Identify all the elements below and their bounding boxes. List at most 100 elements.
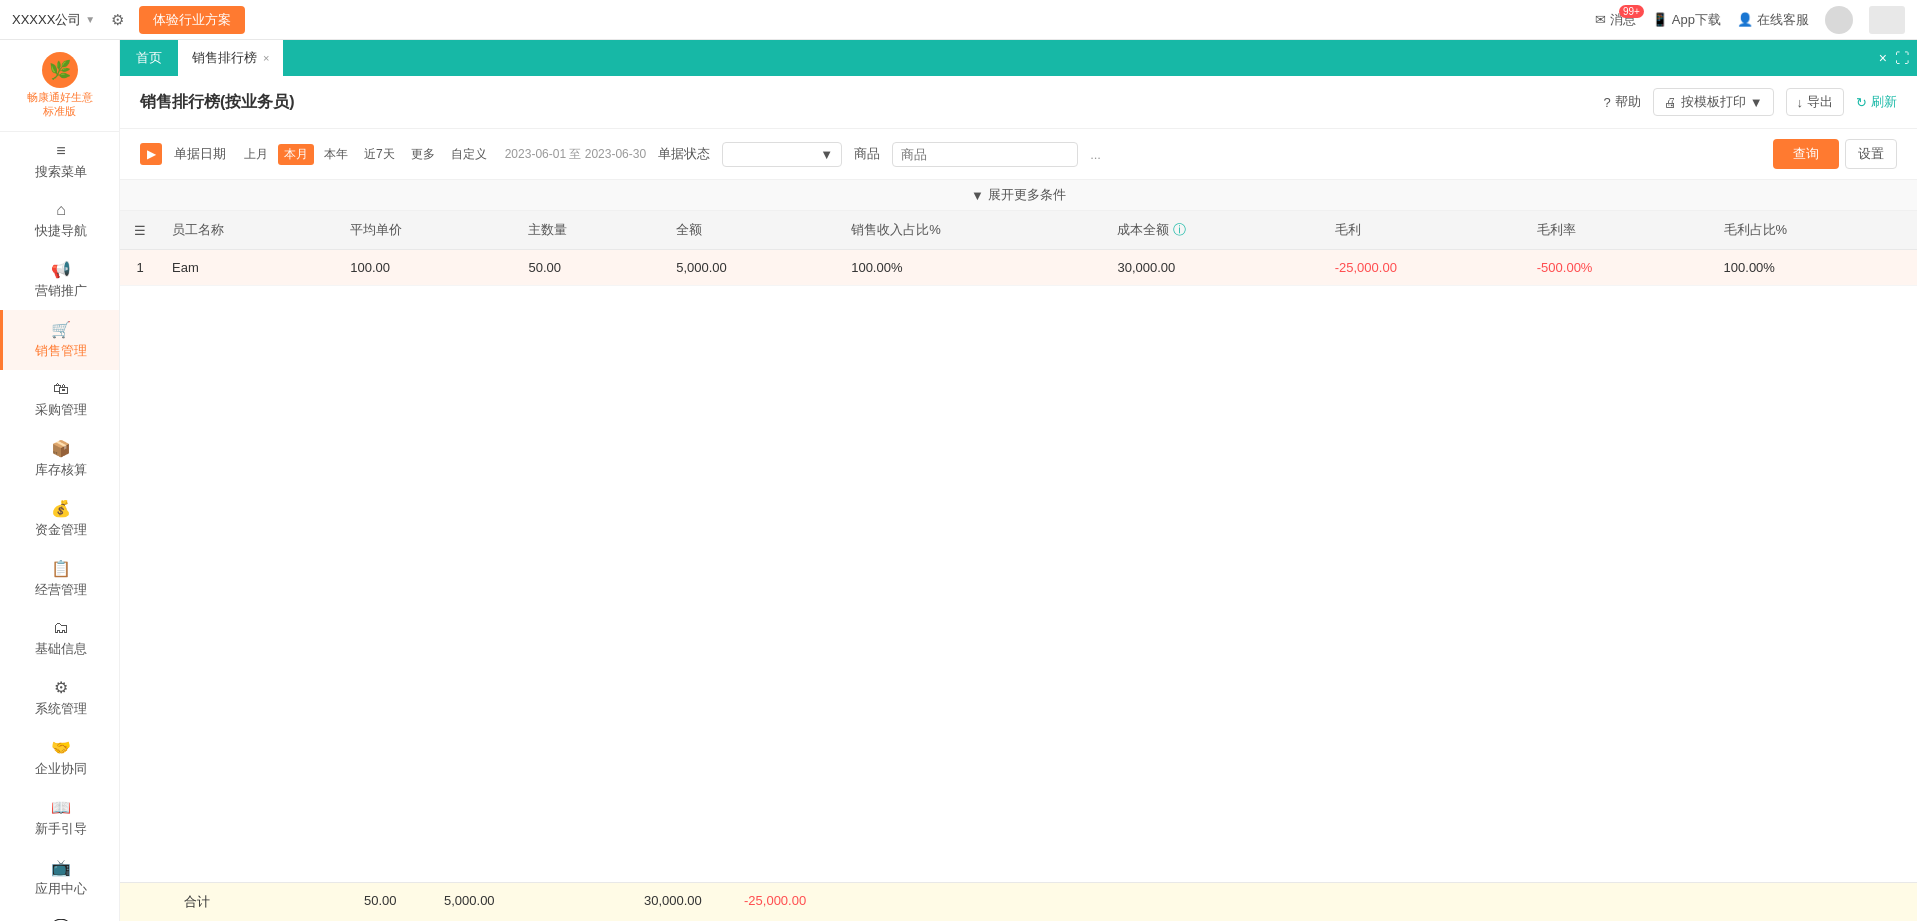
date-range-group: 上月 本月 本年 近7天 更多 自定义 <box>238 144 493 165</box>
cost-info-icon[interactable]: ⓘ <box>1173 222 1186 237</box>
company-name: XXXXX公司 <box>12 11 81 29</box>
sidebar-item-sys-mgmt[interactable]: ⚙ 系统管理 <box>0 668 119 728</box>
sidebar-item-label: 应用中心 <box>35 880 87 898</box>
export-button[interactable]: ↓ 导出 <box>1786 88 1845 116</box>
footer-total: 5,000.00 <box>432 893 532 911</box>
avatar[interactable] <box>1825 6 1853 34</box>
status-label: 单据状态 <box>658 145 710 163</box>
enterprise-collab-icon: 🤝 <box>51 738 71 757</box>
export-icon: ↓ <box>1797 95 1804 110</box>
expand-more-icon: ▼ <box>971 188 984 203</box>
sidebar-item-capital-mgmt[interactable]: 💰 资金管理 <box>0 489 119 549</box>
tab-home[interactable]: 首页 <box>120 40 178 76</box>
sidebar-item-enterprise-wechat[interactable]: 💬 企业微信 <box>0 908 119 921</box>
online-service-button[interactable]: 👤 在线客服 <box>1737 11 1809 29</box>
sidebar-item-search-order[interactable]: ≡ 搜索菜单 <box>0 132 119 191</box>
date-custom-button[interactable]: 自定义 <box>445 144 493 165</box>
date-more-button[interactable]: 更多 <box>405 144 441 165</box>
cell-employee: Eam <box>160 250 338 286</box>
sidebar-item-label: 经营管理 <box>35 581 87 599</box>
sidebar-item-enterprise-collab[interactable]: 🤝 企业协同 <box>0 728 119 788</box>
help-button[interactable]: ? 帮助 <box>1603 93 1640 111</box>
cell-gross: -25,000.00 <box>1323 250 1525 286</box>
date-this-year-button[interactable]: 本年 <box>318 144 354 165</box>
sidebar-item-label: 系统管理 <box>35 700 87 718</box>
search-order-icon: ≡ <box>56 142 65 160</box>
inventory-icon: 📦 <box>51 439 71 458</box>
col-cost: 成本全额 ⓘ <box>1105 211 1322 250</box>
sidebar-item-purchase-mgmt[interactable]: 🛍 采购管理 <box>0 370 119 429</box>
cell-sales-pct: 100.00% <box>839 250 1105 286</box>
cell-gross-pct: 100.00% <box>1712 250 1917 286</box>
sidebar-item-marketing[interactable]: 📢 营销推广 <box>0 250 119 310</box>
sidebar-item-ops-mgmt[interactable]: 📋 经营管理 <box>0 549 119 609</box>
logo-text: 畅康通好生意标准版 <box>27 90 93 119</box>
company-selector[interactable]: XXXXX公司 ▼ <box>12 11 95 29</box>
table-settings-button[interactable]: 设置 <box>1845 139 1897 169</box>
app-icon: 📱 <box>1652 12 1668 27</box>
refresh-button[interactable]: ↻ 刷新 <box>1856 93 1897 111</box>
status-select[interactable]: ▼ <box>722 142 842 167</box>
date-7days-button[interactable]: 近7天 <box>358 144 401 165</box>
sidebar-item-app-center[interactable]: 📺 应用中心 <box>0 848 119 908</box>
print-icon: 🖨 <box>1664 95 1677 110</box>
sidebar-item-inventory[interactable]: 📦 库存核算 <box>0 429 119 489</box>
more-filter-dots[interactable]: ... <box>1090 147 1101 162</box>
col-gross-rate: 毛利率 <box>1525 211 1712 250</box>
query-button[interactable]: 查询 <box>1773 139 1839 169</box>
message-icon: ✉ <box>1595 12 1606 27</box>
tab-sales-ranking[interactable]: 销售排行榜 × <box>178 40 283 76</box>
col-avg-price: 平均单价 <box>338 211 516 250</box>
sidebar: 🌿 畅康通好生意标准版 ≡ 搜索菜单 ⌂ 快捷导航 📢 营销推广 🛒 销售管理 … <box>0 40 120 921</box>
tab-window-close-button[interactable]: × <box>1879 50 1887 66</box>
top-right-actions: ✉ 消息 99+ 📱 App下载 👤 在线客服 <box>1595 6 1905 34</box>
footer-gross: -25,000.00 <box>732 893 832 911</box>
expand-more-button[interactable]: ▼ 展开更多条件 <box>971 186 1066 204</box>
sidebar-item-sales-mgmt[interactable]: 🛒 销售管理 <box>0 310 119 370</box>
col-settings[interactable]: ☰ <box>120 211 160 250</box>
content-area: 首页 销售排行榜 × × ⛶ 销售排行榜(按业务员) ? 帮助 <box>120 40 1917 921</box>
table-footer: 合计 50.00 5,000.00 30,000.00 -25,000.00 <box>120 882 1917 921</box>
expand-more-bar: ▼ 展开更多条件 <box>120 180 1917 211</box>
capital-mgmt-icon: 💰 <box>51 499 71 518</box>
date-label: 单据日期 <box>174 145 226 163</box>
tab-close-icon[interactable]: × <box>263 52 269 64</box>
beginner-guide-icon: 📖 <box>51 798 71 817</box>
message-button[interactable]: ✉ 消息 99+ <box>1595 11 1636 29</box>
col-employee: 员工名称 <box>160 211 338 250</box>
sidebar-item-label: 采购管理 <box>35 401 87 419</box>
sidebar-item-basic-info[interactable]: 🗂 基础信息 <box>0 609 119 668</box>
col-total: 全额 <box>664 211 839 250</box>
table-body: 1Eam100.0050.005,000.00100.00%30,000.00-… <box>120 250 1917 286</box>
cell-total: 5,000.00 <box>664 250 839 286</box>
cell-avg-price: 100.00 <box>338 250 516 286</box>
tab-bar: 首页 销售排行榜 × × ⛶ <box>120 40 1917 76</box>
trial-button[interactable]: 体验行业方案 <box>139 6 245 34</box>
logo-icon: 🌿 <box>42 52 78 88</box>
refresh-icon: ↻ <box>1856 95 1867 110</box>
sales-ranking-table: ☰ 员工名称 平均单价 主数量 全额 销售收入占比% 成本全额 ⓘ 毛利 毛利率… <box>120 211 1917 286</box>
tab-window-expand-button[interactable]: ⛶ <box>1895 50 1909 66</box>
tab-label: 销售排行榜 <box>192 49 257 67</box>
cell-rank: 1 <box>120 250 160 286</box>
date-last-month-button[interactable]: 上月 <box>238 144 274 165</box>
footer-qty: 50.00 <box>352 893 432 911</box>
app-download-button[interactable]: 📱 App下载 <box>1652 11 1721 29</box>
col-qty: 主数量 <box>516 211 664 250</box>
sidebar-item-beginner-guide[interactable]: 📖 新手引导 <box>0 788 119 848</box>
print-button[interactable]: 🖨 按模板打印 ▼ <box>1653 88 1774 116</box>
col-gross-pct: 毛利占比% <box>1712 211 1917 250</box>
app-download-label: App下载 <box>1672 11 1721 29</box>
cell-qty: 50.00 <box>516 250 664 286</box>
user-name-area[interactable] <box>1869 6 1905 34</box>
sidebar-item-label: 资金管理 <box>35 521 87 539</box>
filter-expand-button[interactable]: ▶ <box>140 143 162 165</box>
sidebar-item-label: 销售管理 <box>35 342 87 360</box>
settings-icon-button[interactable]: ⚙ <box>103 6 131 34</box>
date-this-month-button[interactable]: 本月 <box>278 144 314 165</box>
goods-input[interactable] <box>892 142 1078 167</box>
footer-cost: 30,000.00 <box>632 893 732 911</box>
table-row: 1Eam100.0050.005,000.00100.00%30,000.00-… <box>120 250 1917 286</box>
main-layout: 🌿 畅康通好生意标准版 ≡ 搜索菜单 ⌂ 快捷导航 📢 营销推广 🛒 销售管理 … <box>0 40 1917 921</box>
sidebar-item-quick-nav[interactable]: ⌂ 快捷导航 <box>0 191 119 250</box>
